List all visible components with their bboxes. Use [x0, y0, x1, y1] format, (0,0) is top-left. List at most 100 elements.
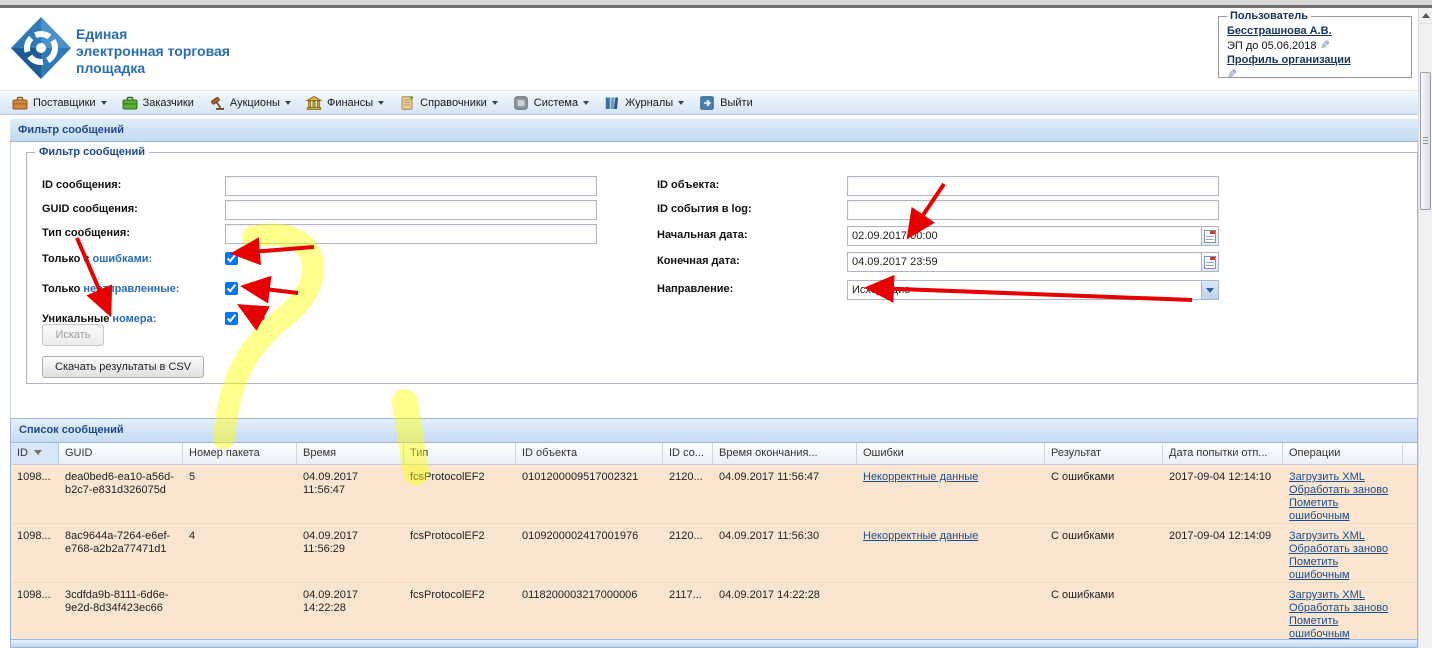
table-row[interactable]: 1098... 3cdfda9b-8111-6d6e-9e2d-8d34f423e…	[11, 583, 1417, 642]
column-header-operations[interactable]: Операции	[1283, 443, 1403, 464]
menu-item-finance[interactable]: Финансы	[300, 91, 393, 114]
briefcase-orange-icon	[12, 95, 28, 111]
sort-desc-icon	[34, 450, 42, 455]
start-date-calendar-button[interactable]	[1202, 226, 1219, 246]
cell-packet: 4	[189, 530, 196, 542]
direction-dropdown-button[interactable]	[1202, 280, 1219, 300]
column-header-type[interactable]: Тип	[404, 443, 516, 464]
menu-bar: Поставщики Заказчики Аукционы Финансы Справо…	[0, 90, 1418, 115]
user-profile-link[interactable]: Бесстрашнова А.В.	[1227, 24, 1332, 38]
page: Единая электронная торговая площадка Пол…	[0, 8, 1418, 648]
cell-id: 1098...	[17, 589, 51, 601]
operation-link[interactable]: Загрузить XML	[1289, 471, 1365, 483]
operation-link[interactable]: Загрузить XML	[1289, 530, 1365, 542]
logo-text: Единая электронная торговая площадка	[76, 26, 230, 77]
menu-item-logout[interactable]: Выйти	[693, 91, 762, 114]
logo-line: Единая	[76, 26, 128, 42]
filter-section: Фильтр сообщений Искать Скачать результа…	[10, 142, 1418, 418]
menu-item-system[interactable]: Система	[507, 91, 598, 114]
column-header-attempt[interactable]: Дата попытки отп...	[1163, 443, 1283, 464]
field-label: ID события в log:	[657, 203, 752, 215]
cell-end_time: 04.09.2017 11:56:30	[719, 530, 820, 542]
field-label: Направление:	[657, 283, 734, 295]
field-label: Конечная дата:	[657, 255, 740, 267]
operation-link[interactable]: Пометить ошибочным	[1289, 615, 1350, 640]
field-label: Начальная дата:	[657, 229, 748, 241]
organization-profile-link[interactable]: Профиль организации	[1227, 53, 1351, 67]
operation-link[interactable]: Пометить ошибочным	[1289, 556, 1350, 581]
cell-guid: 8ac9644a-7264-e6ef-e768-a2b2a77471d1	[65, 530, 171, 555]
table-row[interactable]: 1098... dea0bed6-ea10-a56d-b2c7-e831d3260…	[11, 465, 1417, 524]
start-date-field	[847, 226, 1219, 246]
menu-item-auctions[interactable]: Аукционы	[203, 91, 300, 114]
cell-time: 04.09.2017 14:22:28	[303, 589, 359, 614]
column-header-packet[interactable]: Номер пакета	[183, 443, 297, 464]
operation-link[interactable]: Пометить ошибочным	[1289, 497, 1350, 522]
menu-item-directories[interactable]: Справочники	[393, 91, 507, 114]
logo-line: площадка	[76, 60, 146, 76]
table-row[interactable]: 1098... 8ac9644a-7264-e6ef-e768-a2b2a7747…	[11, 524, 1417, 583]
user-panel: Пользователь Бесстрашнова А.В. ЭП до 05.…	[1218, 10, 1412, 81]
cell-end_time: 04.09.2017 14:22:28	[719, 589, 820, 601]
cell-attempt: 2017-09-04 12:14:10	[1169, 471, 1272, 483]
log-event-id-input[interactable]	[847, 200, 1219, 220]
cell-result: С ошибками	[1051, 589, 1115, 601]
column-header-id[interactable]: ID	[11, 443, 59, 464]
error-link[interactable]: Некорректные данные	[863, 530, 978, 542]
cell-guid: 3cdfda9b-8111-6d6e-9e2d-8d34f423ec66	[65, 589, 169, 614]
download-csv-button[interactable]: Скачать результаты в CSV	[42, 356, 205, 378]
cell-event_id: 2120...	[669, 530, 703, 542]
menu-item-journals[interactable]: Журналы	[598, 91, 693, 114]
menu-item-label: Аукционы	[229, 96, 280, 109]
vertical-scrollbar[interactable]	[1418, 8, 1432, 648]
system-icon	[513, 95, 529, 111]
calendar-icon	[1204, 229, 1216, 243]
column-header-event_id[interactable]: ID со...	[663, 443, 713, 464]
gavel-icon	[209, 95, 225, 111]
field-label: Уникальные номера:	[42, 313, 157, 325]
direction-select[interactable]: Исходящие	[847, 280, 1219, 300]
menu-item-customers[interactable]: Заказчики	[116, 91, 203, 114]
column-header-result[interactable]: Результат	[1045, 443, 1163, 464]
start-date-input[interactable]	[847, 226, 1202, 246]
edit-icon[interactable]: ✎	[1320, 38, 1330, 52]
unique-numbers-row: Уникальные номера:	[27, 310, 1417, 332]
menu-item-label: Журналы	[625, 96, 674, 109]
unique-numbers-checkbox[interactable]	[225, 312, 238, 325]
cell-attempt	[1163, 583, 1283, 641]
book-icon	[399, 95, 415, 111]
operation-link[interactable]: Загрузить XML	[1289, 589, 1365, 601]
menu-item-suppliers[interactable]: Поставщики	[6, 91, 116, 114]
log-event-id-row: ID события в log:	[27, 200, 1417, 222]
operation-link[interactable]: Обработать заново	[1289, 484, 1388, 496]
briefcase-green-icon	[122, 95, 138, 111]
column-header-object_id[interactable]: ID объекта	[516, 443, 663, 464]
column-header-time[interactable]: Время	[297, 443, 404, 464]
error-link[interactable]: Некорректные данные	[863, 471, 978, 483]
cell-id: 1098...	[17, 471, 51, 483]
object-id-input[interactable]	[847, 176, 1219, 196]
cell-operations: Загрузить XML Обработать заново Пометить о…	[1283, 583, 1403, 641]
scrollbar-up-icon[interactable]	[1419, 8, 1432, 24]
menu-item-label: Выйти	[720, 96, 753, 109]
cell-errors: Некорректные данные	[857, 465, 1045, 523]
cell-guid: dea0bed6-ea10-a56d-b2c7-e831d326075d	[65, 471, 174, 496]
cell-event_id: 2117...	[669, 589, 702, 601]
cell-packet: 5	[189, 471, 196, 483]
operation-link[interactable]: Обработать заново	[1289, 602, 1388, 614]
scrollbar-thumb[interactable]	[1420, 72, 1431, 210]
grid-header-row: ID GUID Номер пакета Время Тип ID объекта ID с…	[11, 443, 1417, 465]
object-id-row: ID объекта:	[27, 176, 1417, 198]
operation-link[interactable]: Обработать заново	[1289, 543, 1388, 555]
messages-grid-panel: Список сообщений ID GUID Номер пакета Время…	[10, 418, 1418, 648]
end-date-calendar-button[interactable]	[1202, 252, 1219, 272]
cell-object_id: 0118200003217000006	[522, 589, 638, 601]
column-header-guid[interactable]: GUID	[59, 443, 183, 464]
column-header-errors[interactable]: Ошибки	[857, 443, 1045, 464]
calendar-icon	[1204, 255, 1216, 269]
filter-fieldset: Фильтр сообщений Искать Скачать результа…	[26, 146, 1418, 384]
page-title: Фильтр сообщений	[10, 118, 1418, 142]
column-header-end_time[interactable]: Время окончания...	[713, 443, 857, 464]
end-date-input[interactable]	[847, 252, 1202, 272]
edit-icon[interactable]: ✎	[1227, 67, 1237, 81]
